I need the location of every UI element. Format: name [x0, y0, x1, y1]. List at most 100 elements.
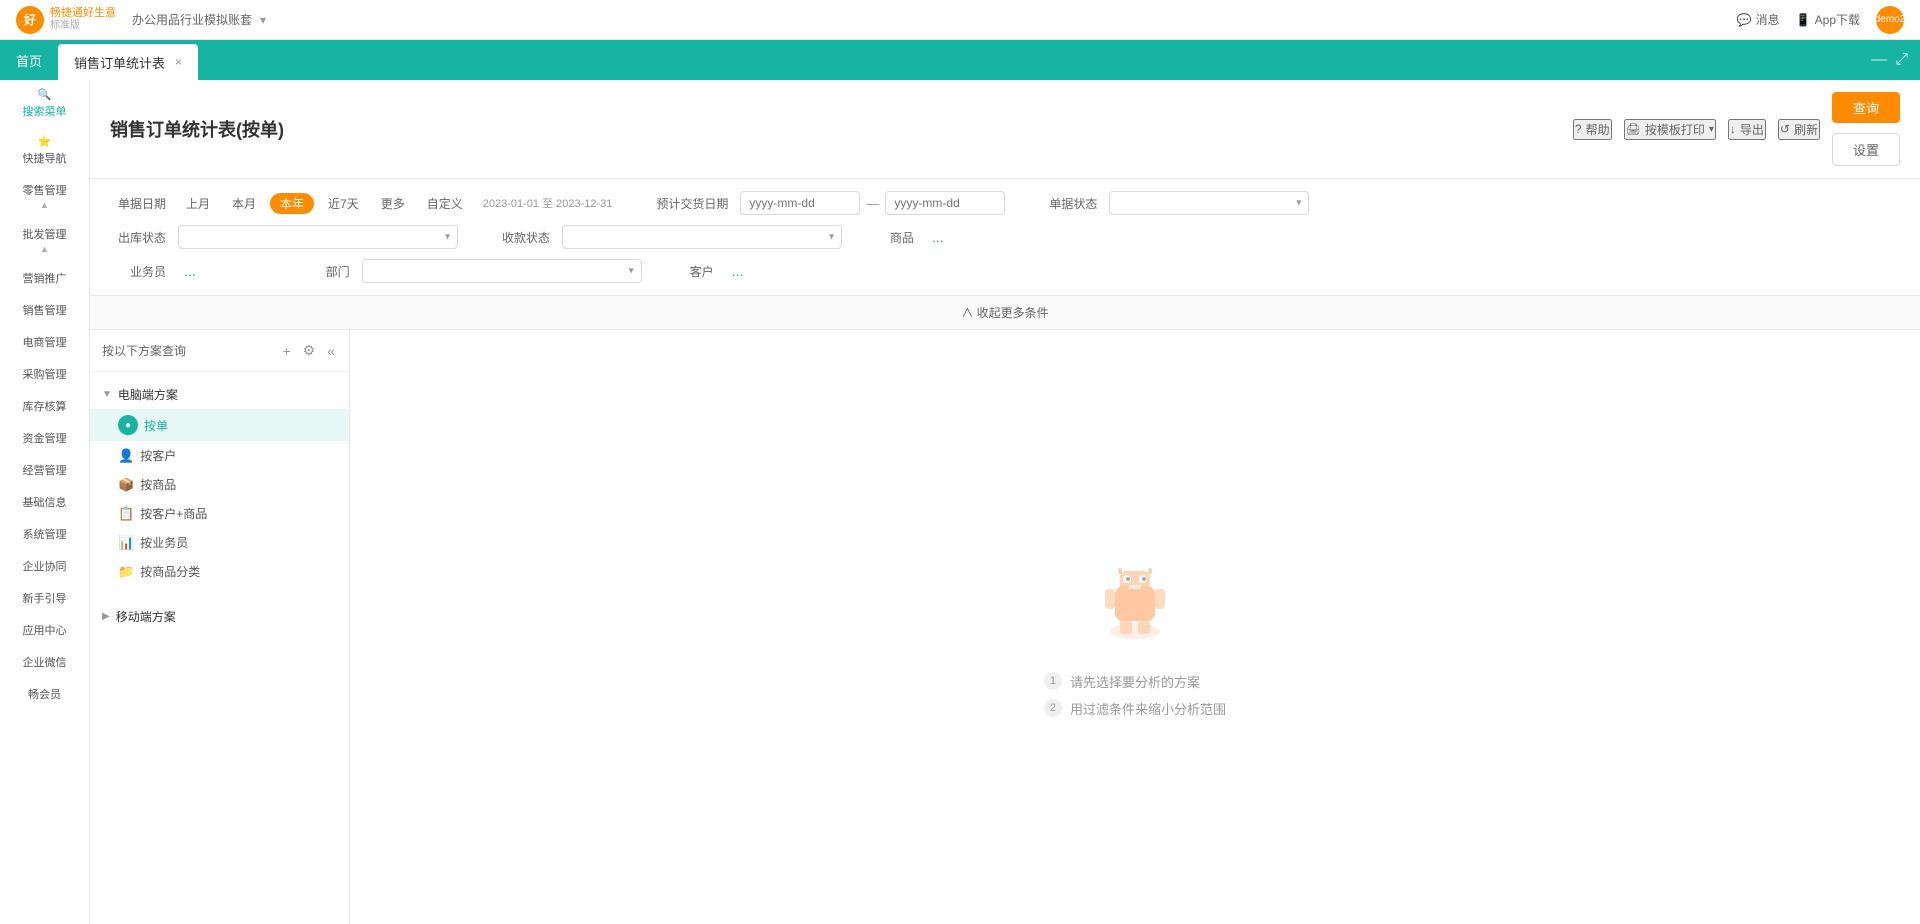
- mobile-schemes-arrow: ▶: [102, 611, 110, 622]
- this-month-btn[interactable]: 本月: [224, 193, 264, 214]
- sidebar-item-member[interactable]: 畅会员: [0, 678, 89, 710]
- customer-label: 客户: [678, 263, 714, 280]
- doc-status-select[interactable]: [1109, 191, 1309, 215]
- app-download-button[interactable]: 📱 App下载: [1796, 11, 1860, 28]
- date-label: 单据日期: [110, 195, 166, 212]
- main-layout: 🔍 搜索菜单 ⭐ 快捷导航 零售管理 ▲ 批发管理 ▲ 营销推广 销售管理 电商…: [0, 80, 1920, 924]
- delivery-status-label: 出库状态: [110, 229, 166, 246]
- scheme-item-by-goods-category[interactable]: 📁 按商品分类: [90, 557, 349, 586]
- breadcrumb-dropdown[interactable]: ▾: [260, 13, 266, 27]
- doc-status-label: 单据状态: [1041, 195, 1097, 212]
- settings-scheme-button[interactable]: ⚙: [301, 340, 318, 361]
- last-7-days-btn[interactable]: 近7天: [320, 193, 367, 214]
- tab-sales-order-stats[interactable]: 销售订单统计表 ×: [58, 44, 198, 80]
- filter-row-2: 出库状态 收款状态 商品 ...: [110, 225, 1900, 249]
- date-end-input[interactable]: [885, 191, 1005, 215]
- sidebar-item-quick-nav[interactable]: ⭐ 快捷导航: [0, 127, 89, 174]
- sidebar-item-search[interactable]: 🔍 搜索菜单: [0, 80, 89, 127]
- add-scheme-button[interactable]: +: [280, 341, 292, 361]
- tab-close-icon[interactable]: ×: [175, 55, 182, 69]
- left-panel-title: 按以下方案查询: [102, 342, 186, 359]
- page-actions: ? 帮助 🖨 按模板打印 ▾ ↓ 导出 ↺ 刷新 查询: [1573, 92, 1900, 178]
- sidebar-item-inventory[interactable]: 库存核算: [0, 390, 89, 422]
- export-button[interactable]: ↓ 导出: [1728, 119, 1766, 140]
- settings-button[interactable]: 设置: [1832, 133, 1900, 166]
- collapse-panel-button[interactable]: «: [325, 341, 337, 361]
- breadcrumb-app: 办公用品行业模拟账套: [132, 11, 252, 28]
- sidebar-item-finance[interactable]: 资金管理: [0, 422, 89, 454]
- message-icon: 💬: [1737, 13, 1752, 27]
- empty-tips: 1 请先选择要分析的方案 2 用过滤条件来缩小分析范围: [1044, 672, 1226, 718]
- sidebar-item-ecommerce[interactable]: 电商管理: [0, 326, 89, 358]
- sidebar-item-retail[interactable]: 零售管理 ▲: [0, 174, 89, 218]
- custom-btn[interactable]: 自定义: [419, 193, 471, 214]
- scheme-item-by-order[interactable]: ● 按单: [90, 409, 349, 441]
- sidebar-item-system[interactable]: 系统管理: [0, 518, 89, 550]
- goods-select-btn[interactable]: ...: [926, 227, 950, 247]
- tab-minimize-icon[interactable]: —: [1871, 51, 1887, 69]
- search-icon: 🔍: [38, 88, 52, 101]
- payment-status-label: 收款状态: [494, 229, 550, 246]
- scheme-item-by-goods[interactable]: 📦 按商品: [90, 470, 349, 499]
- page-title: 销售订单统计表(按单): [110, 116, 284, 154]
- tab-home[interactable]: 首页: [0, 40, 58, 80]
- help-button[interactable]: ? 帮助: [1573, 119, 1612, 140]
- panel-layout: 按以下方案查询 + ⚙ « ▼ 电脑端方案: [90, 330, 1920, 924]
- mobile-schemes-header[interactable]: ▶ 移动端方案: [90, 602, 349, 631]
- left-panel-icons: + ⚙ «: [280, 340, 337, 361]
- goods-label: 商品: [878, 229, 914, 246]
- tip-2-number: 2: [1044, 699, 1062, 717]
- tip-1-number: 1: [1044, 672, 1062, 690]
- salesperson-select-btn[interactable]: ...: [178, 261, 202, 281]
- template-print-button[interactable]: 🖨 按模板打印 ▾: [1624, 119, 1716, 140]
- last-month-btn[interactable]: 上月: [178, 193, 218, 214]
- mobile-schemes-section: ▶ 移动端方案: [90, 594, 349, 639]
- collapse-bar[interactable]: ∧ 收起更多条件: [90, 296, 1920, 330]
- sidebar-item-marketing[interactable]: 营销推广: [0, 262, 89, 294]
- date-start-input[interactable]: [740, 191, 860, 215]
- desktop-schemes-header[interactable]: ▼ 电脑端方案: [90, 380, 349, 409]
- department-label: 部门: [294, 263, 350, 280]
- scheme-item-by-customer[interactable]: 👤 按客户: [90, 441, 349, 470]
- by-customer-icon: 👤: [118, 448, 134, 464]
- payment-status-select[interactable]: [562, 225, 842, 249]
- user-avatar[interactable]: demo2: [1876, 6, 1904, 34]
- filter-panel: 单据日期 上月 本月 本年 近7天 更多 自定义 2023-01-01 至 20…: [90, 179, 1920, 296]
- query-button[interactable]: 查询: [1832, 92, 1900, 123]
- sidebar-item-purchase[interactable]: 采购管理: [0, 358, 89, 390]
- more-btn[interactable]: 更多: [373, 193, 413, 214]
- sidebar-item-app-center[interactable]: 应用中心: [0, 614, 89, 646]
- left-panel-header: 按以下方案查询 + ⚙ «: [90, 330, 349, 372]
- this-year-btn[interactable]: 本年: [270, 193, 314, 214]
- active-scheme-indicator: ●: [118, 415, 138, 435]
- customer-select-btn[interactable]: ...: [726, 261, 750, 281]
- by-customer-goods-icon: 📋: [118, 506, 134, 522]
- empty-illustration: [1075, 536, 1195, 656]
- message-button[interactable]: 💬 消息: [1737, 11, 1780, 28]
- scheme-item-by-salesperson[interactable]: 📊 按业务员: [90, 528, 349, 557]
- scheme-item-by-customer-goods[interactable]: 📋 按客户+商品: [90, 499, 349, 528]
- filter-row-1: 单据日期 上月 本月 本年 近7天 更多 自定义 2023-01-01 至 20…: [110, 191, 1900, 215]
- sidebar-item-basic[interactable]: 基础信息: [0, 486, 89, 518]
- sidebar-item-sales[interactable]: 销售管理: [0, 294, 89, 326]
- tab-maximize-icon[interactable]: ⤢: [1895, 51, 1908, 69]
- sidebar-item-wechat[interactable]: 企业微信: [0, 646, 89, 678]
- sidebar-item-operations[interactable]: 经营管理: [0, 454, 89, 486]
- department-select[interactable]: [362, 259, 642, 283]
- tab-bar-actions: — ⤢: [1871, 51, 1920, 69]
- delivery-status-select[interactable]: [178, 225, 458, 249]
- quick-nav-icon: ⭐: [38, 135, 52, 148]
- delivery-status-wrapper: [178, 225, 458, 249]
- refresh-button[interactable]: ↺ 刷新: [1778, 119, 1820, 140]
- sidebar-item-enterprise[interactable]: 企业协同: [0, 550, 89, 582]
- by-goods-category-icon: 📁: [118, 564, 134, 580]
- print-icon: 🖨: [1626, 122, 1641, 136]
- help-icon: ?: [1575, 122, 1582, 136]
- logo-icon: 好: [16, 6, 44, 34]
- sidebar-item-wholesale[interactable]: 批发管理 ▲: [0, 218, 89, 262]
- desktop-schemes-section: ▼ 电脑端方案 ● 按单 👤 按客户: [90, 372, 349, 594]
- doc-status-select-wrapper: [1109, 191, 1309, 215]
- tip-1-text: 请先选择要分析的方案: [1070, 672, 1200, 691]
- sidebar-item-newbie[interactable]: 新手引导: [0, 582, 89, 614]
- export-icon: ↓: [1730, 122, 1736, 136]
